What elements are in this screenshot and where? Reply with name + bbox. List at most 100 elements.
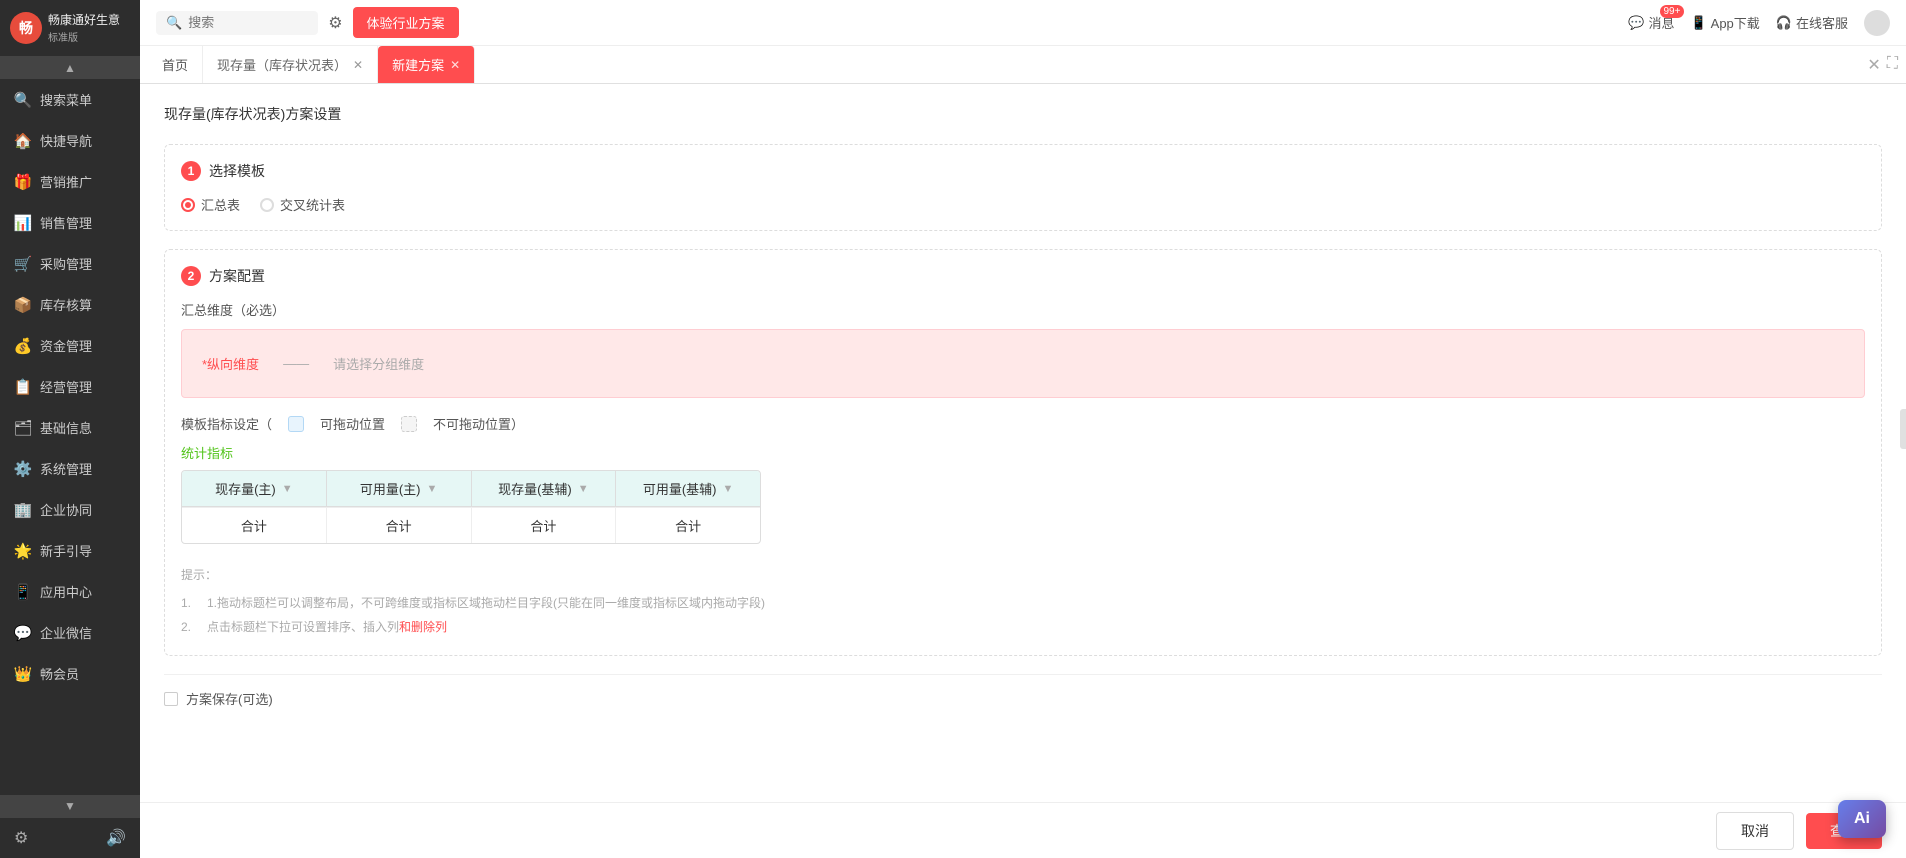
tab-minimize-icon[interactable]: ✕ xyxy=(1867,55,1880,75)
wechat-icon: 💬 xyxy=(14,624,32,642)
trial-btn[interactable]: 体验行业方案 xyxy=(353,7,459,38)
app-name: 畅康通好生意 xyxy=(48,12,120,29)
sidebar-logo: 畅 畅康通好生意 标准版 xyxy=(0,0,140,57)
save-checkbox[interactable] xyxy=(164,692,178,706)
stats-col-0-label: 现存量(主) xyxy=(215,479,276,498)
app-center-icon: 📱 xyxy=(14,583,32,601)
app-download-label: App下载 xyxy=(1711,13,1760,32)
settings-icon[interactable]: ⚙ xyxy=(14,828,28,848)
sidebar-item-app-center[interactable]: 📱 应用中心 xyxy=(0,571,140,612)
sidebar-item-label: 新手引导 xyxy=(40,541,92,560)
sidebar-item-label: 企业协同 xyxy=(40,500,92,519)
sidebar-item-quick-nav[interactable]: 🏠 快捷导航 xyxy=(0,120,140,161)
section1-title: 选择模板 xyxy=(209,161,265,181)
radio-summary[interactable]: 汇总表 xyxy=(181,195,240,214)
messages-btn[interactable]: 💬 消息 99+ xyxy=(1628,13,1674,32)
sidebar-item-enterprise[interactable]: 🏢 企业协同 xyxy=(0,489,140,530)
sidebar-scroll-down[interactable]: ▼ xyxy=(0,795,140,817)
stats-col-0-dropdown[interactable]: ▼ xyxy=(282,483,293,495)
sidebar-item-basic-info[interactable]: 🗂 基础信息 xyxy=(0,407,140,448)
sidebar-item-label: 系统管理 xyxy=(40,459,92,478)
dimension-label: 汇总维度（必选） xyxy=(181,300,1865,319)
stats-col-3-dropdown[interactable]: ▼ xyxy=(723,483,734,495)
tab-inventory-label: 现存量（库存状况表） xyxy=(217,55,347,74)
stats-section: 统计指标 现存量(主) ▼ 可用量(主) ▼ xyxy=(181,443,1865,547)
resize-handle[interactable] xyxy=(1900,409,1906,449)
customer-service-btn[interactable]: 🎧 在线客服 xyxy=(1776,13,1848,32)
radio-cross-label: 交叉统计表 xyxy=(280,195,345,214)
sidebar-item-guide[interactable]: 🌟 新手引导 xyxy=(0,530,140,571)
audio-icon[interactable]: 🔊 xyxy=(106,828,126,848)
stats-table-row-0: 合计 合计 合计 合计 xyxy=(182,507,760,543)
section1-num: 1 xyxy=(181,161,201,181)
topbar-right: 💬 消息 99+ 📱 App下载 🎧 在线客服 xyxy=(1628,10,1890,36)
sidebar-item-finance[interactable]: 💰 资金管理 xyxy=(0,325,140,366)
draggable-badge xyxy=(288,416,304,432)
guide-icon: 🌟 xyxy=(14,542,32,560)
main-area: 🔍 ⚙ 体验行业方案 💬 消息 99+ 📱 App下载 🎧 在线客服 xyxy=(140,0,1906,858)
system-icon: ⚙️ xyxy=(14,460,32,478)
tab-home[interactable]: 首页 xyxy=(148,46,203,83)
stats-col-1-label: 可用量(主) xyxy=(360,479,421,498)
section2-header: 2 方案配置 xyxy=(181,266,1865,286)
sidebar-scroll-up[interactable]: ▲ xyxy=(0,57,140,79)
sidebar-item-inventory[interactable]: 📦 库存核算 xyxy=(0,284,140,325)
stats-col-3[interactable]: 可用量(基辅) ▼ xyxy=(616,471,760,506)
cancel-button[interactable]: 取消 xyxy=(1716,812,1794,850)
tab-inventory-close-icon[interactable]: ✕ xyxy=(353,58,363,72)
sidebar-item-label: 搜索菜单 xyxy=(40,90,92,109)
indicator-settings: 模板指标设定（ 可拖动位置 不可拖动位置） 统计指标 现存量(主) xyxy=(181,414,1865,639)
dimension-placeholder[interactable]: 请选择分组维度 xyxy=(333,354,424,373)
tab-new-close-icon[interactable]: ✕ xyxy=(450,58,460,72)
tab-expand-icon[interactable]: ⛶ xyxy=(1887,55,1898,75)
topbar-left: 🔍 ⚙ 体验行业方案 xyxy=(156,7,459,38)
stats-col-2-dropdown[interactable]: ▼ xyxy=(578,483,589,495)
user-avatar[interactable] xyxy=(1864,10,1890,36)
sidebar-item-label: 畅会员 xyxy=(40,664,79,683)
topbar: 🔍 ⚙ 体验行业方案 💬 消息 99+ 📱 App下载 🎧 在线客服 xyxy=(140,0,1906,46)
sidebar-item-label: 应用中心 xyxy=(40,582,92,601)
tip-2-num: 2. xyxy=(181,615,201,639)
app-download-btn[interactable]: 📱 App下载 xyxy=(1690,13,1759,32)
page-title: 现存量(库存状况表)方案设置 xyxy=(164,104,1882,124)
finance-icon: 💰 xyxy=(14,337,32,355)
sidebar-item-sales[interactable]: 📊 销售管理 xyxy=(0,202,140,243)
tab-inventory-status[interactable]: 现存量（库存状况表） ✕ xyxy=(203,46,378,83)
sidebar-item-label: 快捷导航 xyxy=(40,131,92,150)
indicator-settings-label: 模板指标设定（ xyxy=(181,414,272,433)
stats-cell-0-2: 合计 xyxy=(472,508,617,543)
sidebar-item-search-menu[interactable]: 🔍 搜索菜单 xyxy=(0,79,140,120)
sidebar-item-operation[interactable]: 📋 经营管理 xyxy=(0,366,140,407)
tip-2-link[interactable]: 和删除列 xyxy=(399,620,447,634)
stats-col-1-dropdown[interactable]: ▼ xyxy=(427,483,438,495)
stats-col-0[interactable]: 现存量(主) ▼ xyxy=(182,471,327,506)
template-radio-group: 汇总表 交叉统计表 xyxy=(181,195,1865,214)
search-box[interactable]: 🔍 xyxy=(156,11,318,35)
search-icon: 🔍 xyxy=(166,15,182,31)
sidebar-item-marketing[interactable]: 🎁 营销推广 xyxy=(0,161,140,202)
search-input[interactable] xyxy=(188,15,308,30)
sidebar-item-member[interactable]: 👑 畅会员 xyxy=(0,653,140,694)
stats-cell-0-0: 合计 xyxy=(182,508,327,543)
save-option-label: 方案保存(可选) xyxy=(186,689,273,708)
sidebar-item-system[interactable]: ⚙️ 系统管理 xyxy=(0,448,140,489)
quick-nav-icon: 🏠 xyxy=(14,132,32,150)
stats-col-2[interactable]: 现存量(基辅) ▼ xyxy=(472,471,617,506)
stats-col-3-label: 可用量(基辅) xyxy=(643,479,717,498)
dimension-dash: —— xyxy=(283,356,309,371)
stats-cell-0-3: 合计 xyxy=(616,508,760,543)
sidebar-item-wechat[interactable]: 💬 企业微信 xyxy=(0,612,140,653)
tip-2: 2. 点击标题栏下拉可设置排序、插入列和删除列 xyxy=(181,615,1865,639)
sidebar-item-label: 基础信息 xyxy=(40,418,92,437)
sidebar-item-label: 经营管理 xyxy=(40,377,92,396)
tab-new-plan[interactable]: 新建方案 ✕ xyxy=(378,46,475,83)
radio-cross[interactable]: 交叉统计表 xyxy=(260,195,345,214)
messages-count: 99+ xyxy=(1660,5,1685,18)
stats-col-1[interactable]: 可用量(主) ▼ xyxy=(327,471,472,506)
ai-button[interactable]: Ai xyxy=(1838,800,1886,838)
gear-icon[interactable]: ⚙ xyxy=(328,13,342,33)
stats-table-header: 现存量(主) ▼ 可用量(主) ▼ 现存量(基辅) ▼ xyxy=(182,471,760,507)
indicator-label-row: 模板指标设定（ 可拖动位置 不可拖动位置） xyxy=(181,414,1865,433)
sidebar-item-purchase[interactable]: 🛒 采购管理 xyxy=(0,243,140,284)
footer-bar: 取消 查询 xyxy=(140,802,1906,858)
